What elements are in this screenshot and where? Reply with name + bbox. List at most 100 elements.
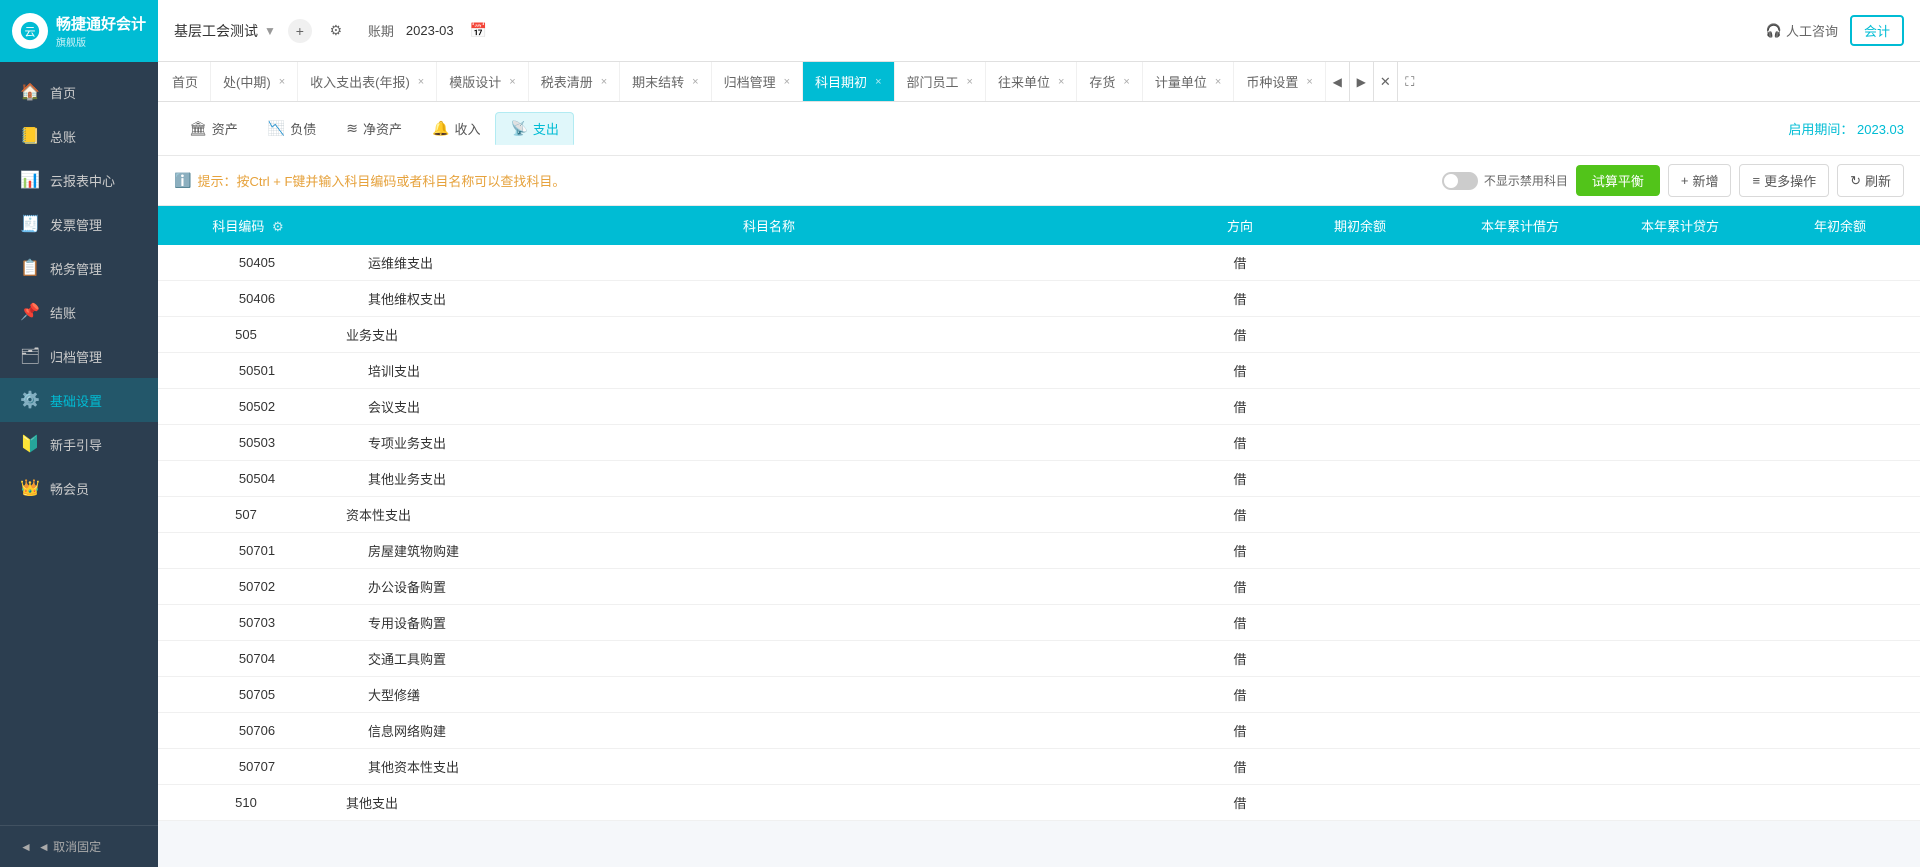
tab-subject-period-close[interactable]: ×	[875, 76, 881, 88]
tab-dept-staff-close[interactable]: ×	[967, 76, 973, 88]
tab-close-all-button[interactable]: ✕	[1374, 62, 1398, 102]
tab-template-close[interactable]: ×	[509, 76, 515, 88]
tab-currency[interactable]: 币种设置 ×	[1234, 62, 1325, 102]
tab-dept-staff[interactable]: 部门员工 ×	[895, 62, 986, 102]
table-row[interactable]: 50706 信息网络购建 借	[158, 713, 1920, 749]
cell-code: 50704	[158, 641, 338, 677]
sidebar-item-archive[interactable]: 🗂 归档管理	[0, 334, 158, 378]
tab-income-close[interactable]: ×	[418, 76, 424, 88]
tab-tax-clear-close[interactable]: ×	[601, 76, 607, 88]
sidebar-collapse-btn[interactable]: ◄ ◄ 取消固定	[0, 825, 158, 867]
cell-balance	[1280, 461, 1440, 497]
cell-year-debit	[1440, 713, 1600, 749]
sidebar-item-closing[interactable]: 📌 结账	[0, 290, 158, 334]
tab-year-end[interactable]: 期末结转 ×	[620, 62, 711, 102]
tab-income-label: 收入支出表(年报)	[310, 72, 410, 91]
table-row[interactable]: 50705 大型修缮 借	[158, 677, 1920, 713]
tab-home-label: 首页	[172, 72, 198, 91]
disabled-toggle[interactable]	[1442, 172, 1478, 190]
balance-calc-button[interactable]: 试算平衡	[1576, 165, 1660, 196]
cell-year-credit	[1600, 425, 1760, 461]
tab-inventory-close[interactable]: ×	[1123, 76, 1129, 88]
reports-icon: 📊	[20, 170, 40, 190]
tab-year-end-close[interactable]: ×	[692, 76, 698, 88]
cell-balance	[1280, 533, 1440, 569]
sidebar-item-home[interactable]: 🏠 首页	[0, 70, 158, 114]
tab-tax-clear[interactable]: 税表清册 ×	[529, 62, 620, 102]
tab-maximize-button[interactable]: ⛶	[1398, 62, 1422, 102]
sub-tab-asset[interactable]: 🏛 资产	[174, 112, 253, 145]
sidebar-item-tax[interactable]: 📋 税务管理	[0, 246, 158, 290]
workspace-settings-button[interactable]: ⚙	[324, 19, 348, 43]
tab-subject-period[interactable]: 科目期初 ×	[803, 62, 894, 102]
sidebar: 云 畅捷通好会计 旗舰版 🏠 首页 📒 总账 📊 云报表中心 🧾 发票管理 📋 …	[0, 0, 158, 867]
cell-direction: 借	[1200, 353, 1280, 389]
cell-balance	[1280, 317, 1440, 353]
tab-contacts[interactable]: 往来单位 ×	[986, 62, 1077, 102]
closing-icon: 📌	[20, 302, 40, 322]
archive-icon: 🗂	[20, 346, 40, 366]
table-row[interactable]: 50501 培训支出 借	[158, 353, 1920, 389]
tab-next-button[interactable]: ▶	[1350, 62, 1374, 102]
more-actions-button[interactable]: ≡ 更多操作	[1739, 164, 1829, 197]
tab-prev-button[interactable]: ◀	[1326, 62, 1350, 102]
tab-interim-close[interactable]: ×	[279, 76, 285, 88]
column-settings-icon[interactable]: ⚙	[272, 219, 284, 234]
tab-currency-close[interactable]: ×	[1306, 76, 1312, 88]
tab-interim[interactable]: 处(中期) ×	[211, 62, 298, 102]
account-button[interactable]: 会计	[1850, 15, 1904, 46]
table-row[interactable]: 50405 运维维支出 借	[158, 245, 1920, 281]
sidebar-item-invoice[interactable]: 🧾 发票管理	[0, 202, 158, 246]
cell-code: 50702	[158, 569, 338, 605]
tab-archive-mgr-close[interactable]: ×	[784, 76, 790, 88]
tab-home[interactable]: 首页	[160, 62, 211, 102]
tab-archive-mgr[interactable]: 归档管理 ×	[712, 62, 803, 102]
customer-service-button[interactable]: 🎧 人工咨询	[1766, 21, 1838, 40]
sub-tab-net-asset-label: 净资产	[363, 119, 402, 138]
cell-code: 50706	[158, 713, 338, 749]
cell-code: 50503	[158, 425, 338, 461]
table-row[interactable]: 50504 其他业务支出 借	[158, 461, 1920, 497]
more-icon: ≡	[1752, 173, 1760, 188]
header-right: 🎧 人工咨询 会计	[1766, 15, 1904, 46]
col-header-direction: 方向	[1200, 206, 1280, 245]
add-workspace-button[interactable]: +	[288, 19, 312, 43]
cell-year-debit	[1440, 605, 1600, 641]
calendar-icon[interactable]: 📅	[470, 22, 487, 39]
table-row[interactable]: 507 资本性支出 借	[158, 497, 1920, 533]
company-selector[interactable]: 基层工会测试 ▼	[174, 21, 276, 41]
sub-tab-income[interactable]: 🔔 收入	[417, 112, 495, 145]
table-row[interactable]: 50704 交通工具购置 借	[158, 641, 1920, 677]
tab-income[interactable]: 收入支出表(年报) ×	[298, 62, 437, 102]
sidebar-item-reports-label: 云报表中心	[50, 171, 115, 190]
add-button[interactable]: + 新增	[1668, 164, 1732, 197]
chevron-down-icon: ▼	[264, 24, 276, 38]
tab-unit[interactable]: 计量单位 ×	[1143, 62, 1234, 102]
table-row[interactable]: 510 其他支出 借	[158, 785, 1920, 821]
refresh-button[interactable]: ↻ 刷新	[1837, 164, 1904, 197]
sidebar-item-settings[interactable]: ⚙️ 基础设置	[0, 378, 158, 422]
table-row[interactable]: 50406 其他维权支出 借	[158, 281, 1920, 317]
cell-name: 专项业务支出	[338, 425, 1200, 461]
cell-balance	[1280, 497, 1440, 533]
tab-contacts-close[interactable]: ×	[1058, 76, 1064, 88]
sidebar-item-reports[interactable]: 📊 云报表中心	[0, 158, 158, 202]
sub-tab-expense[interactable]: 📡 支出	[495, 112, 573, 145]
tab-inventory[interactable]: 存货 ×	[1077, 62, 1142, 102]
table-row[interactable]: 50707 其他资本性支出 借	[158, 749, 1920, 785]
tab-unit-close[interactable]: ×	[1215, 76, 1221, 88]
table-row[interactable]: 505 业务支出 借	[158, 317, 1920, 353]
sidebar-item-member[interactable]: 👑 畅会员	[0, 466, 158, 510]
sub-tab-net-asset[interactable]: ≋ 净资产	[331, 112, 417, 145]
sidebar-item-ledger[interactable]: 📒 总账	[0, 114, 158, 158]
table-row[interactable]: 50702 办公设备购置 借	[158, 569, 1920, 605]
table-row[interactable]: 50503 专项业务支出 借	[158, 425, 1920, 461]
tab-template[interactable]: 模版设计 ×	[437, 62, 528, 102]
table-row[interactable]: 50703 专用设备购置 借	[158, 605, 1920, 641]
cell-balance	[1280, 281, 1440, 317]
table-row[interactable]: 50701 房屋建筑物购建 借	[158, 533, 1920, 569]
table-row[interactable]: 50502 会议支出 借	[158, 389, 1920, 425]
cell-name: 其他支出	[338, 785, 1200, 821]
sidebar-item-guide[interactable]: 🔰 新手引导	[0, 422, 158, 466]
sub-tab-liability[interactable]: 📉 负债	[253, 112, 331, 145]
